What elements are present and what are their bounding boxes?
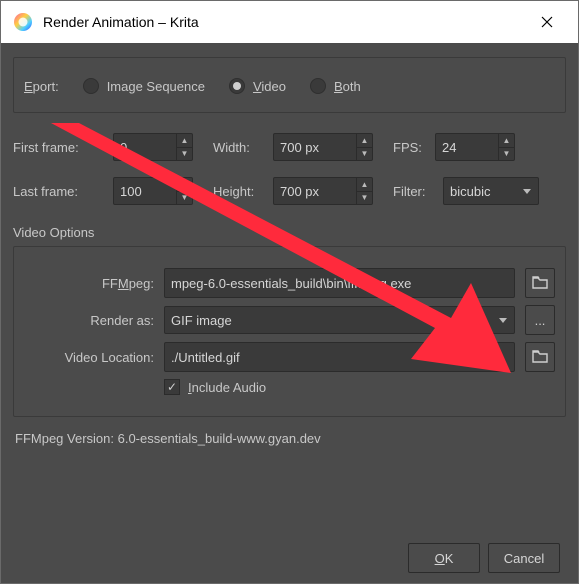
button-label: Cancel	[504, 551, 544, 566]
video-location-input[interactable]: ./Untitled.gif	[164, 342, 515, 372]
radio-video[interactable]: Video	[229, 78, 286, 94]
dialog-content: Eport: Image Sequence Video Both First f…	[1, 43, 578, 583]
dialog-button-row: OK Cancel	[13, 535, 566, 575]
titlebar: Render Animation – Krita	[1, 1, 578, 43]
filter-select[interactable]: bicubic	[443, 177, 539, 205]
ffmpeg-browse-button[interactable]	[525, 268, 555, 298]
spin-up-icon[interactable]: ▲	[357, 178, 372, 192]
button-label: OK	[435, 551, 454, 566]
fps-spinbox[interactable]: 24 ▲▼	[435, 133, 515, 161]
last-frame-label: Last frame:	[13, 184, 105, 199]
spin-up-icon[interactable]: ▲	[357, 134, 372, 148]
fps-label: FPS:	[393, 140, 427, 155]
include-audio-checkbox[interactable]: Include Audio	[164, 379, 266, 395]
spinbox-value: 700 px	[280, 140, 319, 155]
last-frame-spinbox[interactable]: 100 ▲▼	[113, 177, 193, 205]
radio-icon	[310, 78, 326, 94]
spin-up-icon[interactable]: ▲	[177, 178, 192, 192]
height-label: Height:	[213, 184, 265, 199]
select-value: GIF image	[171, 313, 232, 328]
video-location-label: Video Location:	[24, 350, 154, 365]
radio-label: Both	[334, 79, 361, 94]
render-as-label: Render as:	[24, 313, 154, 328]
export-group: Eport: Image Sequence Video Both	[13, 57, 566, 113]
video-location-browse-button[interactable]	[525, 342, 555, 372]
dialog-window: Render Animation – Krita Eport: Image Se…	[0, 0, 579, 584]
dialog-title: Render Animation – Krita	[43, 14, 524, 30]
spin-down-icon[interactable]: ▼	[177, 192, 192, 205]
folder-icon	[532, 349, 548, 366]
render-as-select[interactable]: GIF image	[164, 306, 515, 334]
input-value: mpeg-6.0-essentials_build\bin\ffmpeg.exe	[171, 276, 411, 291]
radio-both[interactable]: Both	[310, 78, 361, 94]
ellipsis-icon: ...	[535, 313, 546, 328]
folder-icon	[532, 275, 548, 292]
radio-label: Video	[253, 79, 286, 94]
spinbox-value: 0	[120, 140, 127, 155]
close-button[interactable]	[524, 1, 570, 43]
filter-label: Filter:	[393, 184, 435, 199]
ffmpeg-version-text: FFMpeg Version: 6.0-essentials_build-www…	[15, 431, 566, 446]
width-label: Width:	[213, 140, 265, 155]
export-label: Eport:	[24, 79, 59, 94]
ffmpeg-label: FFMpeg:	[24, 276, 154, 291]
cancel-button[interactable]: Cancel	[488, 543, 560, 573]
render-as-options-button[interactable]: ...	[525, 305, 555, 335]
spinbox-value: 100	[120, 184, 142, 199]
radio-image-sequence[interactable]: Image Sequence	[83, 78, 205, 94]
input-value: ./Untitled.gif	[171, 350, 240, 365]
krita-app-icon	[13, 12, 33, 32]
spinbox-value: 24	[442, 140, 456, 155]
radio-icon	[229, 78, 245, 94]
checkbox-label: Include Audio	[188, 380, 266, 395]
close-icon	[541, 16, 553, 28]
spin-up-icon[interactable]: ▲	[177, 134, 192, 148]
spinbox-arrows: ▲ ▼	[176, 134, 192, 160]
width-spinbox[interactable]: 700 px ▲▼	[273, 133, 373, 161]
video-options-title: Video Options	[13, 225, 566, 240]
spinbox-value: 700 px	[280, 184, 319, 199]
ffmpeg-path-input[interactable]: mpeg-6.0-essentials_build\bin\ffmpeg.exe	[164, 268, 515, 298]
radio-icon	[83, 78, 99, 94]
height-spinbox[interactable]: 700 px ▲▼	[273, 177, 373, 205]
first-frame-spinbox[interactable]: 0 ▲ ▼	[113, 133, 193, 161]
checkbox-icon	[164, 379, 180, 395]
first-frame-label: First frame:	[13, 140, 105, 155]
spin-up-icon[interactable]: ▲	[499, 134, 514, 148]
select-value: bicubic	[450, 184, 490, 199]
spin-down-icon[interactable]: ▼	[357, 192, 372, 205]
spin-down-icon[interactable]: ▼	[357, 148, 372, 161]
spin-down-icon[interactable]: ▼	[177, 148, 192, 161]
video-options-group: FFMpeg: mpeg-6.0-essentials_build\bin\ff…	[13, 246, 566, 417]
radio-label: Image Sequence	[107, 79, 205, 94]
spin-down-icon[interactable]: ▼	[499, 148, 514, 161]
ok-button[interactable]: OK	[408, 543, 480, 573]
